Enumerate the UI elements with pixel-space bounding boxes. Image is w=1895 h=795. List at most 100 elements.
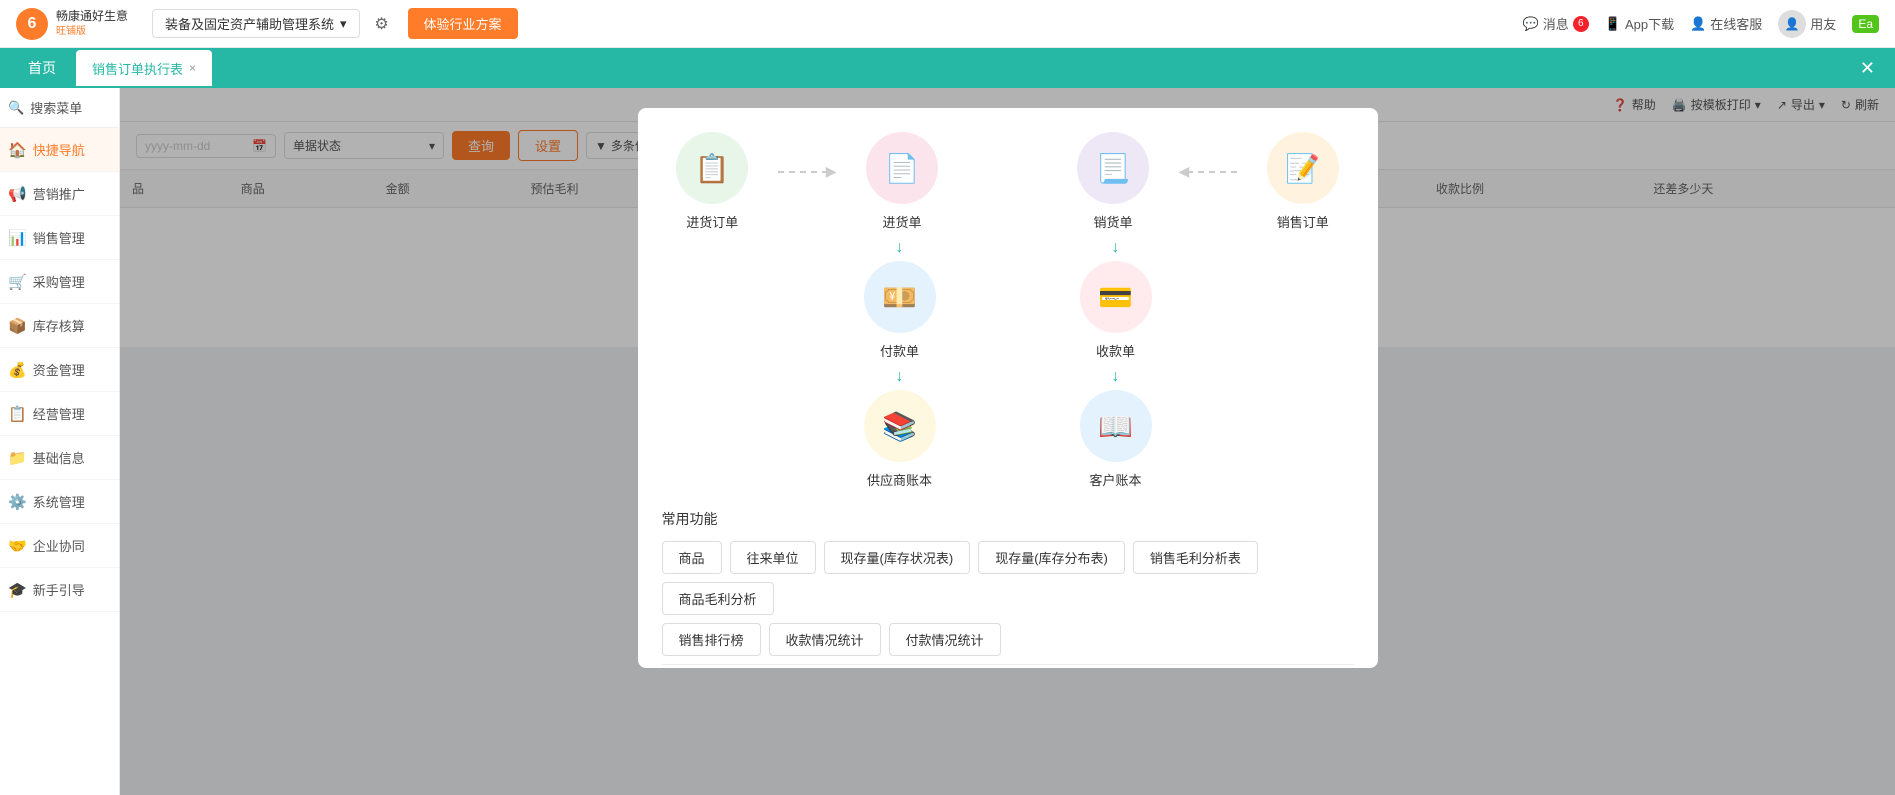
- purchase-bill-icon: 📄: [885, 152, 920, 185]
- collab-icon: 🤝: [8, 537, 27, 555]
- message-button[interactable]: 💬 消息 6: [1523, 14, 1589, 33]
- spacer-right: [1266, 239, 1338, 257]
- modal-box: 📋 进货订单 ▶ 📄 进货单: [638, 108, 1378, 668]
- spacer-mid: [968, 239, 1048, 257]
- message-icon: 💬: [1523, 16, 1539, 32]
- online-service-button[interactable]: 👤 在线客服: [1690, 14, 1762, 33]
- modal-scrollbar: ◀ ▶: [662, 664, 1354, 668]
- sidebar: 🔍 搜索菜单 🏠 快捷导航 📢 营销推广 📊 销售管理 🛒 采购管理 📦 库存核…: [0, 88, 120, 795]
- inventory-icon: 📦: [8, 317, 27, 335]
- quick-btns-row2: 销售排行榜 收款情况统计 付款情况统计: [662, 623, 1354, 656]
- tab-bar-close-icon[interactable]: ✕: [1848, 58, 1887, 79]
- quick-btns-row1: 商品 往来单位 现存量(库存状况表) 现存量(库存分布表) 销售毛利分析表 商品…: [662, 541, 1354, 615]
- sidebar-item-sales[interactable]: 📊 销售管理: [0, 216, 119, 260]
- sidebar-item-newuser[interactable]: 🎓 新手引导: [0, 568, 119, 612]
- logo-icon: 6: [16, 8, 48, 40]
- sidebar-item-inventory[interactable]: 📦 库存核算: [0, 304, 119, 348]
- settings-icon[interactable]: ⚙: [368, 10, 396, 38]
- customer-ledger-circle: 📖: [1080, 390, 1152, 462]
- quick-functions: 常用功能 商品 往来单位 现存量(库存状况表) 现存量(库存分布表) 销售毛利分…: [662, 509, 1354, 656]
- flow-node-sales-bill[interactable]: 📃 销货单: [1077, 132, 1149, 231]
- customer-ledger-icon: 📖: [1098, 410, 1133, 443]
- main-layout: 🔍 搜索菜单 🏠 快捷导航 📢 营销推广 📊 销售管理 🛒 采购管理 📦 库存核…: [0, 88, 1895, 795]
- supplier-ledger-circle: 📚: [864, 390, 936, 462]
- quick-btn-sales-ranking[interactable]: 销售排行榜: [662, 623, 761, 656]
- s2: [782, 368, 832, 386]
- receipt-icon: 💳: [1098, 281, 1133, 314]
- arrow-sales-order-to-bill: ◀: [1178, 163, 1237, 200]
- trial-button[interactable]: 体验行业方案: [408, 8, 518, 39]
- purchase-bill-circle: 📄: [866, 132, 938, 204]
- search-menu[interactable]: 🔍 搜索菜单: [0, 88, 119, 128]
- sales-bill-circle: 📃: [1077, 132, 1149, 204]
- payment-icon: 💴: [882, 281, 917, 314]
- tab-home[interactable]: 首页: [8, 48, 76, 88]
- arrow-down-sales-bill: ↓: [1080, 239, 1152, 257]
- tab-close-icon[interactable]: ×: [189, 61, 196, 75]
- system-icon: ⚙️: [8, 493, 27, 511]
- s4: [1184, 368, 1234, 386]
- spacer-left: [678, 239, 750, 257]
- quick-btn-inventory-status[interactable]: 现存量(库存状况表): [824, 541, 971, 574]
- quick-btn-receipt-stats[interactable]: 收款情况统计: [769, 623, 881, 656]
- newuser-icon: 🎓: [8, 581, 27, 599]
- chevron-down-icon: ▾: [340, 16, 347, 32]
- flow-row-2-arrows: ↓ ↓: [662, 239, 1354, 257]
- flow-node-purchase-order[interactable]: 📋 进货订单: [676, 132, 748, 231]
- flow-node-supplier-ledger[interactable]: 📚 供应商账本: [864, 390, 936, 489]
- modal-overlay: 📋 进货订单 ▶ 📄 进货单: [120, 88, 1895, 795]
- sidebar-item-collab[interactable]: 🤝 企业协同: [0, 524, 119, 568]
- quick-btn-inventory-distribution[interactable]: 现存量(库存分布表): [978, 541, 1125, 574]
- finance-icon: 💰: [8, 361, 27, 379]
- content-area: ❓ 帮助 🖨️ 按模板打印 ▾ ↗ 导出 ▾ ↻ 刷新 yyyy-mm-dd: [120, 88, 1895, 795]
- flow-node-sales-order[interactable]: 📝 销售订单: [1267, 132, 1339, 231]
- tab-sales-order[interactable]: 销售订单执行表 ×: [76, 50, 212, 86]
- flow-node-customer-ledger[interactable]: 📖 客户账本: [1080, 390, 1152, 489]
- service-icon: 👤: [1690, 16, 1706, 32]
- sidebar-item-quicknav[interactable]: 🏠 快捷导航: [0, 128, 119, 172]
- search-icon: 🔍: [8, 100, 24, 116]
- quick-btn-goods-margin[interactable]: 商品毛利分析: [662, 582, 774, 615]
- s3: [968, 368, 1048, 386]
- arrow-down-purchase-bill: ↓: [864, 239, 936, 257]
- receipt-circle: 💳: [1080, 261, 1152, 333]
- sales-icon: 📊: [8, 229, 27, 247]
- avatar: 👤: [1778, 10, 1806, 38]
- supplier-ledger-icon: 📚: [882, 410, 917, 443]
- sidebar-item-operations[interactable]: 📋 经营管理: [0, 392, 119, 436]
- quick-btn-payment-stats[interactable]: 付款情况统计: [889, 623, 1001, 656]
- header-right: 💬 消息 6 📱 App下载 👤 在线客服 👤 用友 Ea: [1523, 10, 1879, 38]
- sidebar-item-system[interactable]: ⚙️ 系统管理: [0, 480, 119, 524]
- flow-row-4-arrows: ↓ ↓: [662, 368, 1354, 386]
- quick-functions-title: 常用功能: [662, 509, 1354, 529]
- app-download-button[interactable]: 📱 App下载: [1605, 14, 1674, 33]
- spacer-arrow1: [782, 239, 832, 257]
- basicinfo-icon: 📁: [8, 449, 27, 467]
- system-selector[interactable]: 装备及固定资产辅助管理系统 ▾: [152, 9, 360, 38]
- flow-node-receipt[interactable]: 💳 收款单: [1080, 261, 1152, 360]
- flow-node-payment[interactable]: 💴 付款单: [864, 261, 936, 360]
- quick-btn-sales-margin[interactable]: 销售毛利分析表: [1133, 541, 1258, 574]
- s5: [1266, 368, 1338, 386]
- sales-order-icon: 📝: [1285, 152, 1320, 185]
- flow-row-5: 📚 供应商账本 📖 客户账本: [662, 390, 1354, 489]
- payment-circle: 💴: [864, 261, 936, 333]
- message-badge: 6: [1573, 16, 1589, 32]
- user-area[interactable]: 👤 用友: [1778, 10, 1836, 38]
- sidebar-item-marketing[interactable]: 📢 营销推广: [0, 172, 119, 216]
- flow-row-1: 📋 进货订单 ▶ 📄 进货单: [662, 132, 1354, 231]
- app-icon: 📱: [1605, 16, 1621, 32]
- sidebar-item-basicinfo[interactable]: 📁 基础信息: [0, 436, 119, 480]
- logo-area: 6 畅康通好生意 旺铺版: [16, 8, 136, 40]
- ea-badge: Ea: [1852, 15, 1879, 33]
- home-icon: 🏠: [8, 141, 27, 159]
- sidebar-item-finance[interactable]: 💰 资金管理: [0, 348, 119, 392]
- top-header: 6 畅康通好生意 旺铺版 装备及固定资产辅助管理系统 ▾ ⚙ 体验行业方案 💬 …: [0, 0, 1895, 48]
- flow-row-3: 💴 付款单 💳 收款单: [662, 261, 1354, 360]
- purchase-order-icon: 📋: [695, 152, 730, 185]
- marketing-icon: 📢: [8, 185, 27, 203]
- quick-btn-goods[interactable]: 商品: [662, 541, 722, 574]
- sidebar-item-purchase[interactable]: 🛒 采购管理: [0, 260, 119, 304]
- quick-btn-counterparty[interactable]: 往来单位: [730, 541, 816, 574]
- flow-node-purchase-bill[interactable]: 📄 进货单: [866, 132, 938, 231]
